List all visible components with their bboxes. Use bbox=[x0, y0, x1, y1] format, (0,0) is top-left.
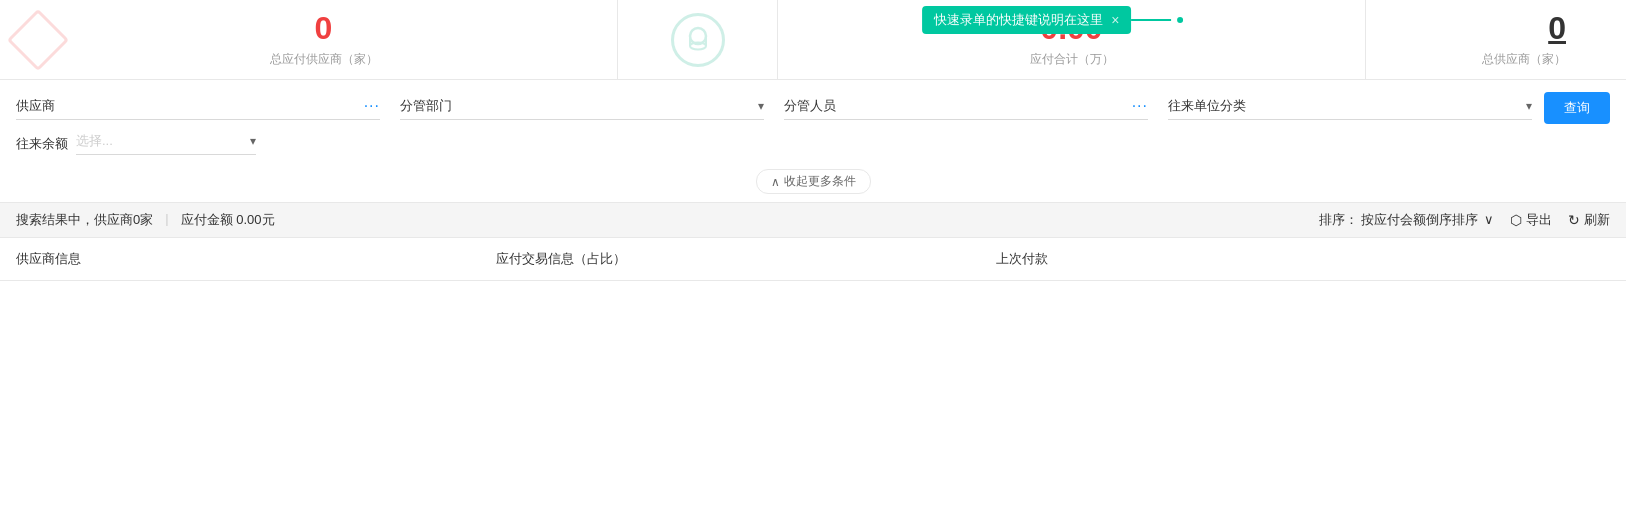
stat-total-supplier: 0 总供应商（家） bbox=[1366, 0, 1626, 79]
center-icon-area bbox=[618, 0, 778, 79]
department-filter-label: 分管部门 bbox=[400, 97, 452, 115]
supplier-filter-dots[interactable]: ··· bbox=[364, 97, 380, 115]
payable-amount-label: 应付合计（万） bbox=[1030, 51, 1114, 68]
unit-class-filter-arrow: ▾ bbox=[1526, 99, 1532, 113]
manager-filter-group: 分管人员 ··· bbox=[784, 97, 1148, 120]
export-icon: ⬡ bbox=[1510, 212, 1522, 228]
sort-label: 排序： 按应付会额倒序排序 ∨ bbox=[1319, 211, 1494, 229]
filter-row-2: 往来余额 选择... ▾ bbox=[16, 132, 1610, 155]
manager-filter-input[interactable] bbox=[844, 98, 1128, 113]
filter-row-1: 供应商 ··· 分管部门 ▾ 分管人员 ··· 往来单位分类 ▾ 查询 bbox=[16, 92, 1610, 124]
sort-value[interactable]: 按应付会额倒序排序 bbox=[1361, 212, 1478, 227]
filter-area: 供应商 ··· 分管部门 ▾ 分管人员 ··· 往来单位分类 ▾ 查询 往来余额… bbox=[0, 80, 1626, 203]
table-body bbox=[0, 281, 1626, 515]
total-supplier-value: 0 bbox=[1548, 11, 1566, 46]
balance-filter-group[interactable]: 选择... ▾ bbox=[76, 132, 256, 155]
col-header-supplier: 供应商信息 bbox=[16, 250, 496, 268]
refresh-button[interactable]: ↻ 刷新 bbox=[1568, 211, 1610, 229]
export-label: 导出 bbox=[1526, 211, 1552, 229]
supplier-filter-label: 供应商 bbox=[16, 97, 55, 115]
supplier-count-label: 总应付供应商（家） bbox=[270, 51, 378, 68]
total-supplier-label: 总供应商（家） bbox=[1482, 51, 1566, 68]
tooltip-text: 快速录单的快捷键说明在这里 bbox=[934, 11, 1103, 29]
result-actions: 排序： 按应付会额倒序排序 ∨ ⬡ 导出 ↻ 刷新 bbox=[1319, 211, 1610, 229]
balance-filter-arrow: ▾ bbox=[250, 134, 256, 148]
coin-icon bbox=[671, 13, 725, 67]
export-button[interactable]: ⬡ 导出 bbox=[1510, 211, 1552, 229]
refresh-label: 刷新 bbox=[1584, 211, 1610, 229]
balance-filter-label: 往来余额 bbox=[16, 135, 68, 153]
tooltip-close-btn[interactable]: × bbox=[1111, 12, 1119, 28]
collapse-button[interactable]: ∧ 收起更多条件 bbox=[756, 169, 871, 194]
col-header-last-payment: 上次付款 bbox=[996, 250, 1610, 268]
tooltip-dot bbox=[1175, 15, 1185, 25]
supplier-filter-group: 供应商 ··· bbox=[16, 97, 380, 120]
collapse-label: 收起更多条件 bbox=[784, 173, 856, 190]
stats-bar: 0 总应付供应商（家） 0.00 应付合计（万） 快速录单的快捷键说明在这里 ×… bbox=[0, 0, 1626, 80]
supplier-count-value: 0 bbox=[315, 11, 333, 46]
result-amount: 应付金额 0.00元 bbox=[181, 211, 275, 229]
department-filter-group[interactable]: 分管部门 ▾ bbox=[400, 97, 764, 120]
query-button[interactable]: 查询 bbox=[1544, 92, 1610, 124]
stat-total-payable-supplier: 0 总应付供应商（家） bbox=[0, 0, 618, 79]
unit-class-filter-group[interactable]: 往来单位分类 ▾ bbox=[1168, 97, 1532, 120]
refresh-icon: ↻ bbox=[1568, 212, 1580, 228]
collapse-row: ∧ 收起更多条件 bbox=[16, 163, 1610, 202]
tooltip-popup: 快速录单的快捷键说明在这里 × bbox=[922, 6, 1131, 34]
manager-filter-label: 分管人员 bbox=[784, 97, 836, 115]
diamond-icon bbox=[16, 18, 60, 62]
supplier-filter-input[interactable] bbox=[63, 98, 360, 113]
result-summary: 搜索结果中，供应商0家 | 应付金额 0.00元 bbox=[16, 211, 275, 229]
result-bar: 搜索结果中，供应商0家 | 应付金额 0.00元 排序： 按应付会额倒序排序 ∨… bbox=[0, 203, 1626, 238]
result-text: 搜索结果中，供应商0家 bbox=[16, 211, 153, 229]
unit-class-filter-label: 往来单位分类 bbox=[1168, 97, 1246, 115]
col-header-transaction: 应付交易信息（占比） bbox=[496, 250, 996, 268]
sort-arrow[interactable]: ∨ bbox=[1484, 212, 1494, 227]
manager-filter-dots[interactable]: ··· bbox=[1132, 97, 1148, 115]
balance-filter-placeholder: 选择... bbox=[76, 132, 250, 150]
result-separator: | bbox=[165, 211, 168, 229]
collapse-icon: ∧ bbox=[771, 175, 780, 189]
table-header: 供应商信息 应付交易信息（占比） 上次付款 bbox=[0, 238, 1626, 281]
department-filter-arrow: ▾ bbox=[758, 99, 764, 113]
